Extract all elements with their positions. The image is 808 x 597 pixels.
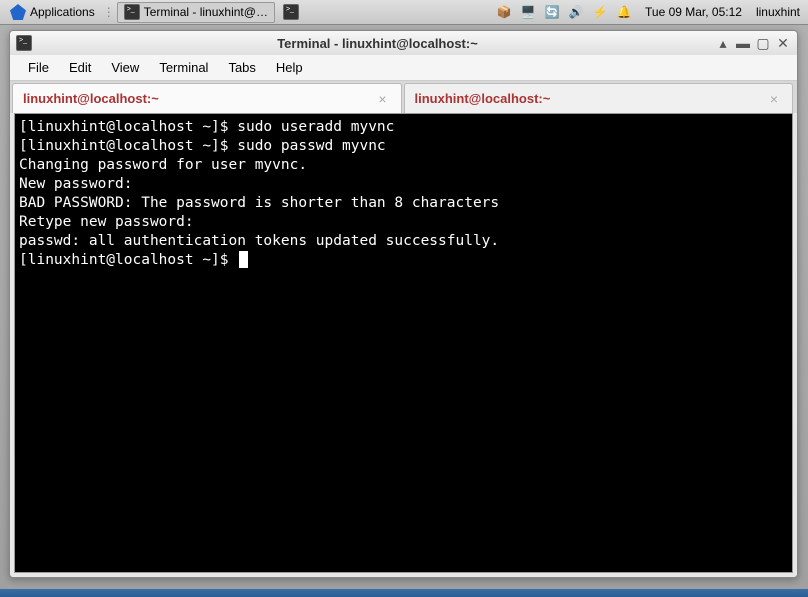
applications-icon bbox=[10, 4, 26, 20]
tab-close-button[interactable]: × bbox=[374, 91, 390, 107]
window-minimize-button[interactable]: ▬ bbox=[735, 35, 751, 51]
top-panel: Applications ⋮ Terminal - linuxhint@… 📦 … bbox=[0, 0, 808, 25]
terminal-icon bbox=[124, 4, 140, 20]
taskbar-terminal-button[interactable]: Terminal - linuxhint@… bbox=[117, 2, 275, 23]
window-close-button[interactable]: ✕ bbox=[775, 35, 791, 51]
tab-1[interactable]: linuxhint@localhost:~ × bbox=[12, 83, 402, 113]
menu-file[interactable]: File bbox=[18, 56, 59, 79]
tabbar: linuxhint@localhost:~ × linuxhint@localh… bbox=[10, 81, 797, 113]
menu-tabs[interactable]: Tabs bbox=[218, 56, 265, 79]
tray-update-icon[interactable]: 🔄 bbox=[543, 3, 561, 21]
window-icon bbox=[16, 35, 32, 51]
window-title: Terminal - linuxhint@localhost:~ bbox=[40, 36, 715, 51]
taskbar-other-button[interactable] bbox=[277, 2, 305, 23]
tab-2[interactable]: linuxhint@localhost:~ × bbox=[404, 83, 794, 113]
tray-battery-icon[interactable]: ⚡ bbox=[591, 3, 609, 21]
desktop: Terminal - linuxhint@localhost:~ ▴ ▬ ▢ ✕… bbox=[0, 25, 808, 597]
window-roll-button[interactable]: ▴ bbox=[715, 35, 731, 51]
applications-label: Applications bbox=[30, 5, 95, 19]
terminal-window: Terminal - linuxhint@localhost:~ ▴ ▬ ▢ ✕… bbox=[9, 30, 798, 578]
terminal-line: BAD PASSWORD: The password is shorter th… bbox=[19, 195, 499, 211]
terminal-line: [linuxhint@localhost ~]$ sudo useradd my… bbox=[19, 119, 394, 135]
panel-separator: ⋮ bbox=[103, 5, 115, 19]
tray-notification-icon[interactable]: 🔔 bbox=[615, 3, 633, 21]
terminal-body[interactable]: [linuxhint@localhost ~]$ sudo useradd my… bbox=[14, 113, 793, 573]
window-maximize-button[interactable]: ▢ bbox=[755, 35, 771, 51]
titlebar-buttons: ▴ ▬ ▢ ✕ bbox=[715, 35, 791, 51]
menu-edit[interactable]: Edit bbox=[59, 56, 101, 79]
taskbar-terminal-label: Terminal - linuxhint@… bbox=[144, 5, 268, 19]
terminal-line: Changing password for user myvnc. bbox=[19, 157, 307, 173]
terminal-line: New password: bbox=[19, 176, 133, 192]
panel-user[interactable]: linuxhint bbox=[752, 5, 804, 19]
terminal-line: passwd: all authentication tokens update… bbox=[19, 233, 499, 249]
tab-close-button[interactable]: × bbox=[766, 91, 782, 107]
tray-network-icon[interactable]: 🖥️ bbox=[519, 3, 537, 21]
menu-help[interactable]: Help bbox=[266, 56, 313, 79]
panel-datetime[interactable]: Tue 09 Mar, 05:12 bbox=[637, 5, 750, 19]
cursor bbox=[239, 251, 248, 268]
terminal-prompt: [linuxhint@localhost ~]$ bbox=[19, 252, 237, 268]
bottom-dock[interactable] bbox=[0, 589, 808, 597]
terminal-line: [linuxhint@localhost ~]$ sudo passwd myv… bbox=[19, 138, 386, 154]
menu-terminal[interactable]: Terminal bbox=[149, 56, 218, 79]
tray-volume-icon[interactable]: 🔊 bbox=[567, 3, 585, 21]
tab-label: linuxhint@localhost:~ bbox=[415, 91, 766, 106]
applications-menu[interactable]: Applications bbox=[4, 2, 101, 23]
menubar: File Edit View Terminal Tabs Help bbox=[10, 55, 797, 81]
tab-label: linuxhint@localhost:~ bbox=[23, 91, 374, 106]
menu-view[interactable]: View bbox=[101, 56, 149, 79]
terminal-icon bbox=[283, 4, 299, 20]
terminal-line: Retype new password: bbox=[19, 214, 194, 230]
tray-package-icon[interactable]: 📦 bbox=[495, 3, 513, 21]
titlebar[interactable]: Terminal - linuxhint@localhost:~ ▴ ▬ ▢ ✕ bbox=[10, 31, 797, 55]
